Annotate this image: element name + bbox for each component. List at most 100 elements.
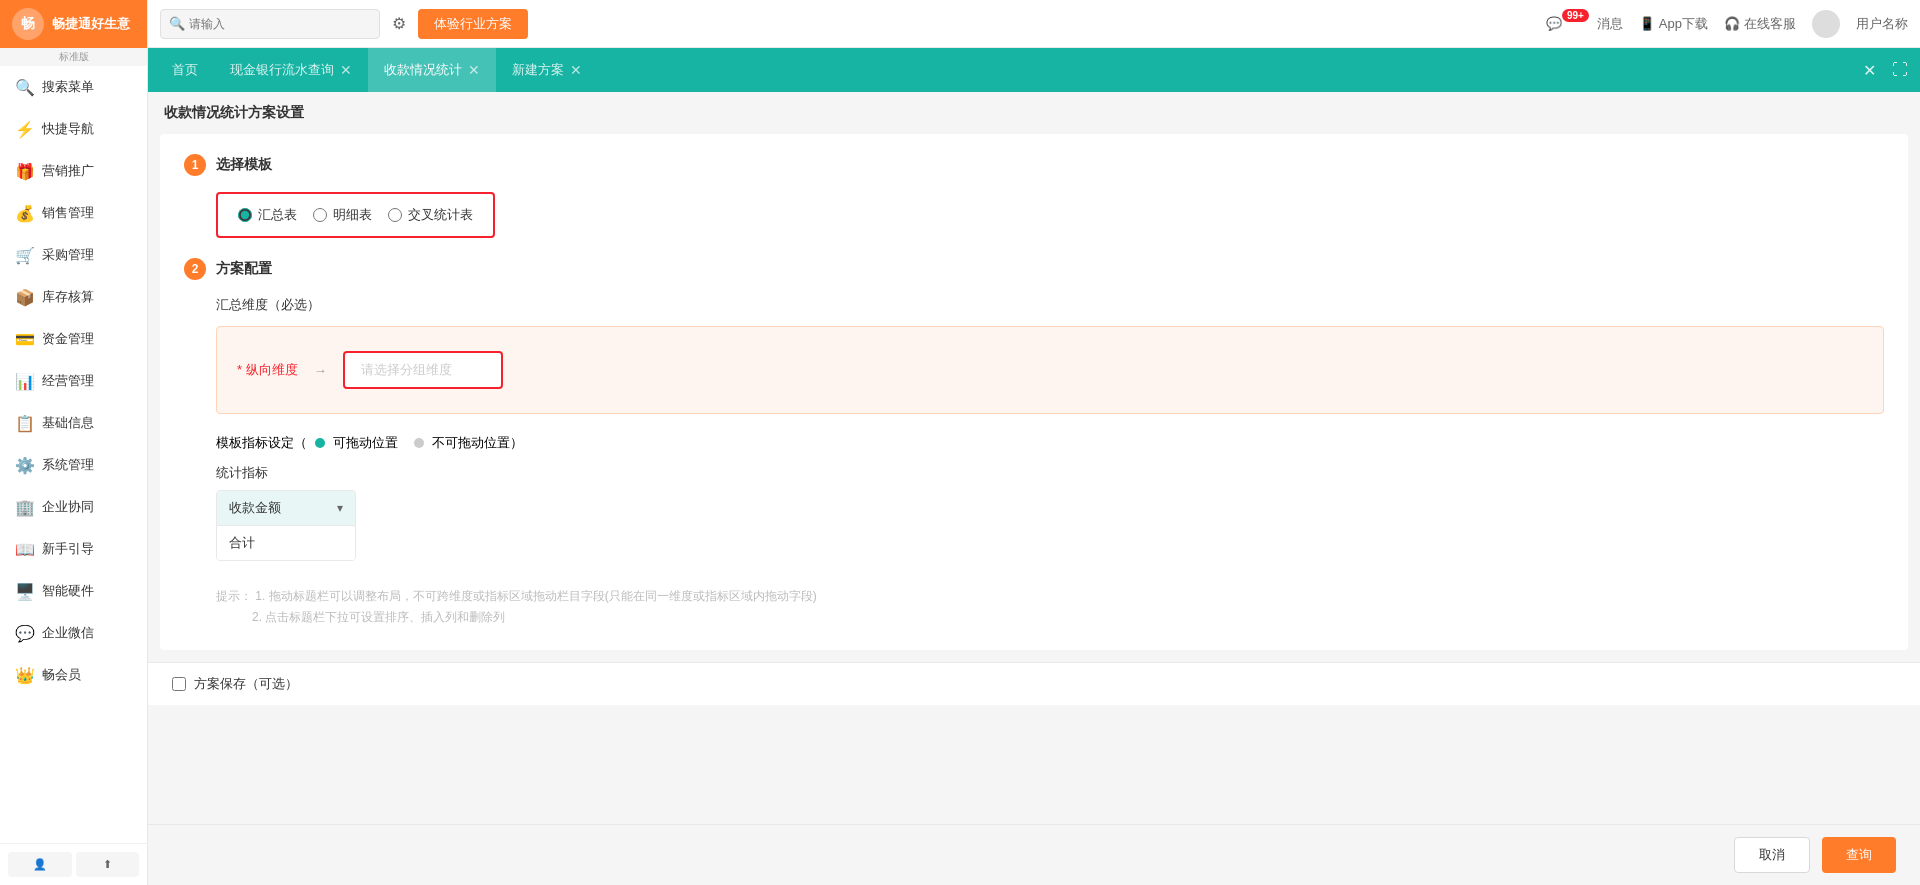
sidebar-item-enterprise[interactable]: 🏢 企业协同: [0, 486, 147, 528]
tips-section: 提示： 1. 拖动标题栏可以调整布局，不可跨维度或指标区域拖动栏目字段(只能在同…: [216, 588, 1884, 626]
sidebar-badge: 标准版: [0, 48, 147, 66]
radio-detail[interactable]: 明细表: [313, 206, 372, 224]
metrics-config-row: 模板指标设定（ 可拖动位置 不可拖动位置）: [216, 434, 1884, 452]
save-checkbox[interactable]: [172, 677, 186, 691]
sidebar-item-member[interactable]: 👑 畅会员: [0, 654, 147, 696]
query-button[interactable]: 查询: [1822, 837, 1896, 873]
sidebar-item-basic[interactable]: 📋 基础信息: [0, 402, 147, 444]
trial-button[interactable]: 体验行业方案: [418, 9, 528, 39]
sidebar-item-label: 采购管理: [42, 246, 94, 264]
wechat-icon: 💬: [16, 624, 34, 642]
sidebar-bottom-btn-a[interactable]: 👤: [8, 852, 72, 877]
radio-group: 汇总表 明细表 交叉统计表: [238, 206, 473, 224]
tab-home[interactable]: 首页: [156, 48, 214, 92]
tab-close-icon[interactable]: ✕: [570, 63, 582, 77]
sidebar-bottom-btn-b[interactable]: ⬆: [76, 852, 140, 877]
dimension-placeholder: 请选择分组维度: [361, 362, 452, 377]
radio-cross-input[interactable]: [388, 208, 402, 222]
logo-text: 畅捷通好生意: [52, 16, 130, 32]
service-icon: 🎧: [1724, 16, 1740, 31]
search-input[interactable]: [189, 17, 371, 31]
sidebar-item-marketing[interactable]: 🎁 营销推广: [0, 150, 147, 192]
header-search-box[interactable]: 🔍: [160, 9, 380, 39]
download-button[interactable]: 📱 App下载: [1639, 15, 1708, 33]
metrics-header[interactable]: 收款金额 ▾: [217, 491, 355, 526]
message-badge: 99+: [1562, 9, 1589, 22]
sidebar-item-search-menu[interactable]: 🔍 搜索菜单: [0, 66, 147, 108]
sidebar-item-guide[interactable]: 📖 新手引导: [0, 528, 147, 570]
maximize-icon[interactable]: ⛶: [1888, 57, 1912, 83]
sidebar: 畅 畅捷通好生意 标准版 🔍 搜索菜单 ⚡ 快捷导航 🎁 营销推广 💰 销售管理…: [0, 0, 148, 885]
finance-icon: 💳: [16, 330, 34, 348]
crown-icon: 👑: [16, 666, 34, 684]
sidebar-item-system[interactable]: ⚙️ 系统管理: [0, 444, 147, 486]
cancel-button[interactable]: 取消: [1734, 837, 1810, 873]
tab-label: 现金银行流水查询: [230, 61, 334, 79]
sidebar-item-hardware[interactable]: 🖥️ 智能硬件: [0, 570, 147, 612]
sidebar-item-label: 系统管理: [42, 456, 94, 474]
service-button[interactable]: 🎧 在线客服: [1724, 15, 1796, 33]
radio-cross-label: 交叉统计表: [408, 206, 473, 224]
radio-detail-input[interactable]: [313, 208, 327, 222]
sidebar-item-finance[interactable]: 💳 资金管理: [0, 318, 147, 360]
list-icon: 📋: [16, 414, 34, 432]
chevron-down-icon: ▾: [337, 501, 343, 515]
tip2: 2. 点击标题栏下拉可设置排序、插入列和删除列: [216, 609, 1884, 626]
metrics-section: 模板指标设定（ 可拖动位置 不可拖动位置） 统计指标 收款金额 ▾ 合: [216, 434, 1884, 564]
sidebar-item-purchase[interactable]: 🛒 采购管理: [0, 234, 147, 276]
sidebar-item-wechat[interactable]: 💬 企业微信: [0, 612, 147, 654]
tip1-text: 1. 拖动标题栏可以调整布局，不可跨维度或指标区域拖动栏目字段(只能在同一维度或…: [255, 589, 816, 603]
save-footer: 方案保存（可选）: [148, 662, 1920, 705]
sidebar-item-operation[interactable]: 📊 经营管理: [0, 360, 147, 402]
download-icon: 📱: [1639, 16, 1655, 31]
message-icon: 💬: [1546, 16, 1562, 31]
sidebar-item-label: 新手引导: [42, 540, 94, 558]
metrics-section-label: 统计指标: [216, 464, 1884, 482]
dimension-area: * 纵向维度 → 请选择分组维度: [216, 326, 1884, 414]
tab-new-plan[interactable]: 新建方案 ✕: [496, 48, 598, 92]
tab-label: 新建方案: [512, 61, 564, 79]
chart-icon: 📊: [16, 372, 34, 390]
non-draggable-dot: [414, 438, 424, 448]
sidebar-item-inventory[interactable]: 📦 库存核算: [0, 276, 147, 318]
page-title: 收款情况统计方案设置: [148, 104, 1920, 134]
sidebar-logo: 畅 畅捷通好生意: [0, 0, 147, 48]
main-content: 🔍 ⚙ 体验行业方案 💬 99+ 消息 📱 App下载 🎧 在线客服 用户名称: [148, 0, 1920, 885]
sidebar-item-label: 营销推广: [42, 162, 94, 180]
radio-summary[interactable]: 汇总表: [238, 206, 297, 224]
tab-close-icon[interactable]: ✕: [468, 63, 480, 77]
dimension-select[interactable]: 请选择分组维度: [343, 351, 503, 389]
bottom-actions: 取消 查询: [148, 824, 1920, 885]
tip1: 提示： 1. 拖动标题栏可以调整布局，不可跨维度或指标区域拖动栏目字段(只能在同…: [216, 588, 1884, 605]
sidebar-item-label: 资金管理: [42, 330, 94, 348]
radio-summary-input[interactable]: [238, 208, 252, 222]
user-avatar[interactable]: [1812, 10, 1840, 38]
tab-close-icon[interactable]: ✕: [340, 63, 352, 77]
tab-receipt-stat[interactable]: 收款情况统计 ✕: [368, 48, 496, 92]
close-window-icon[interactable]: ✕: [1859, 57, 1880, 84]
sidebar-item-sales[interactable]: 💰 销售管理: [0, 192, 147, 234]
draggable-dot: [315, 438, 325, 448]
tab-bar: 首页 现金银行流水查询 ✕ 收款情况统计 ✕ 新建方案 ✕ ✕ ⛶: [148, 48, 1920, 92]
non-draggable-label: 不可拖动位置）: [432, 434, 523, 452]
metrics-item-header: 收款金额: [229, 499, 281, 517]
metrics-config-label: 模板指标设定（: [216, 434, 307, 452]
book-icon: 📖: [16, 540, 34, 558]
service-label: 在线客服: [1744, 15, 1796, 33]
settings-icon[interactable]: ⚙: [392, 14, 406, 33]
gift-icon: 🎁: [16, 162, 34, 180]
metrics-body: 合计: [217, 526, 355, 560]
sidebar-item-label: 库存核算: [42, 288, 94, 306]
tip-label: 提示：: [216, 589, 252, 603]
search-icon: 🔍: [169, 16, 185, 31]
sidebar-item-quick-nav[interactable]: ⚡ 快捷导航: [0, 108, 147, 150]
tip2-text: 2. 点击标题栏下拉可设置排序、插入列和删除列: [216, 610, 505, 624]
radio-cross[interactable]: 交叉统计表: [388, 206, 473, 224]
message-button[interactable]: 💬 99+ 消息: [1546, 15, 1623, 33]
section2-num: 2: [184, 258, 206, 280]
section2-heading: 2 方案配置: [184, 258, 1884, 280]
dimension-group-label: 汇总维度（必选）: [216, 296, 1884, 314]
nav-icon: ⚡: [16, 120, 34, 138]
tab-bank-flow[interactable]: 现金银行流水查询 ✕: [214, 48, 368, 92]
hardware-icon: 🖥️: [16, 582, 34, 600]
